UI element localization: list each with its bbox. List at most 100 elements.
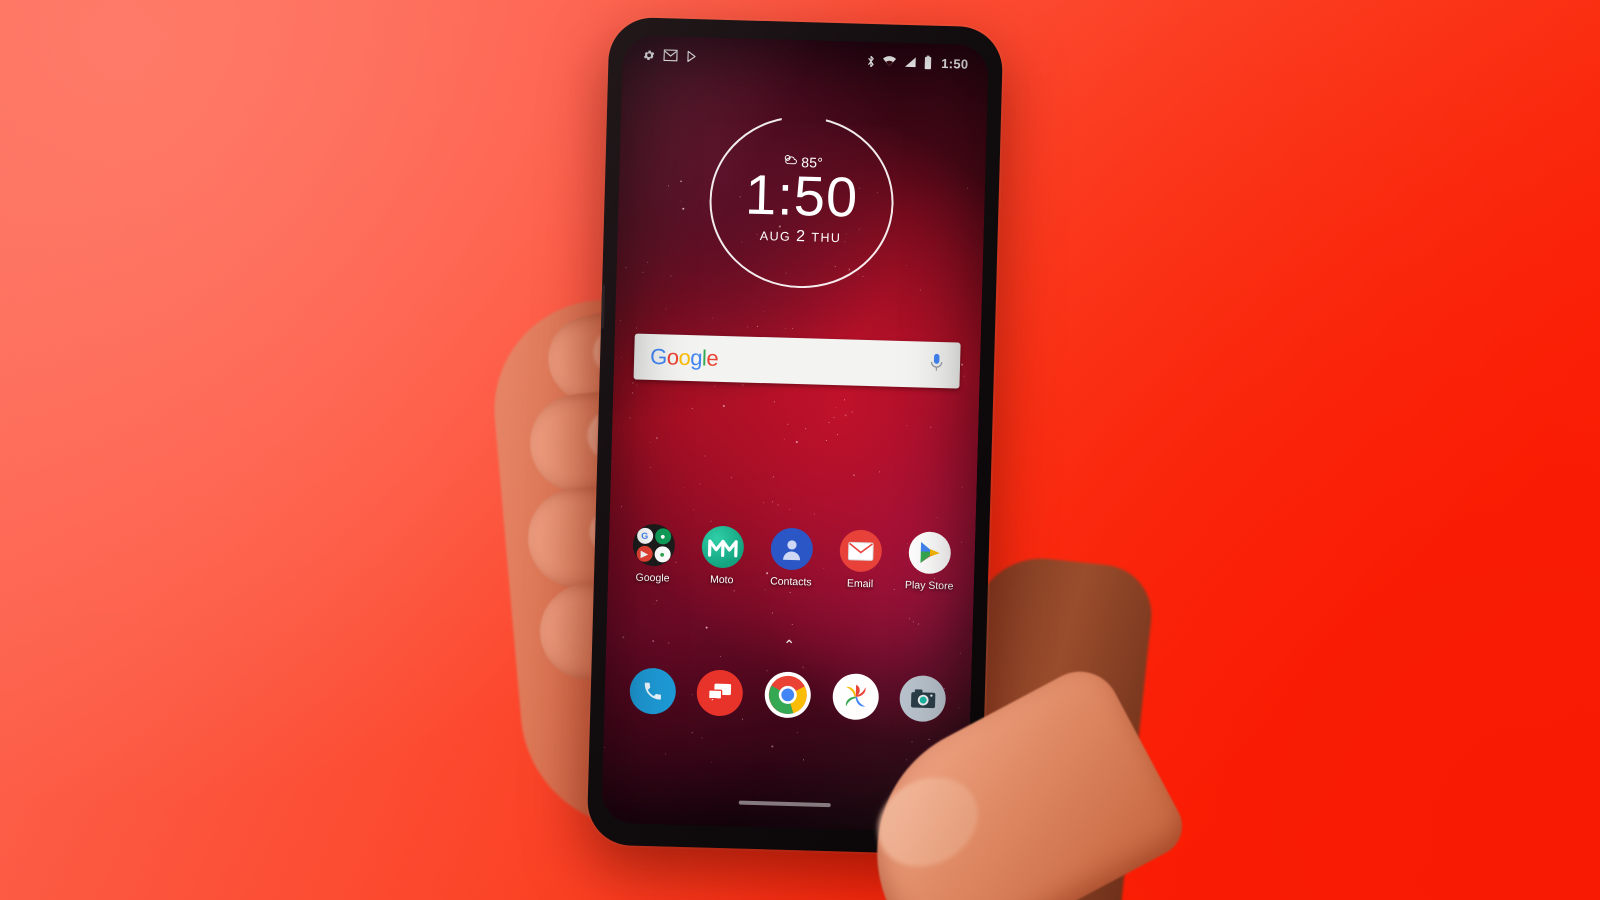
star (763, 311, 765, 313)
star (919, 289, 921, 291)
chrome-dock-icon[interactable] (764, 671, 812, 719)
star (668, 642, 670, 644)
star (773, 476, 775, 478)
home-app-row: G ● ▶ ● Google Moto Contacts Email Play … (618, 523, 966, 593)
star (757, 326, 759, 328)
contacts-app[interactable]: Contacts (758, 527, 826, 589)
bluetooth-icon (866, 54, 875, 67)
star (636, 384, 638, 386)
youtube-icon: ▶ (636, 545, 653, 563)
logo-letter: G (649, 343, 668, 370)
email-app[interactable]: Email (827, 529, 895, 591)
moto-app[interactable]: Moto (689, 525, 757, 587)
star (653, 602, 656, 605)
star (764, 589, 766, 591)
play-store-app[interactable]: Play Store (896, 531, 964, 593)
star (961, 363, 964, 366)
app-label: Email (846, 577, 874, 591)
star (963, 376, 965, 378)
star (843, 399, 845, 401)
star (783, 438, 785, 440)
google-folder[interactable]: G ● ▶ ● Google (619, 523, 687, 585)
star (929, 427, 931, 429)
star (851, 411, 853, 413)
star (961, 486, 963, 488)
messages-dock-icon[interactable] (696, 669, 744, 717)
google-duo-icon: ● (654, 528, 671, 545)
star (650, 467, 652, 469)
app-label: Google (635, 571, 670, 585)
star (710, 520, 712, 522)
google-logo: Google (650, 344, 719, 372)
star (791, 624, 793, 626)
app-drawer-handle[interactable]: ⌃ (783, 637, 795, 653)
star (785, 328, 787, 330)
star (777, 504, 779, 506)
status-bar-notifications[interactable] (642, 48, 697, 63)
star (771, 745, 773, 748)
star (795, 440, 798, 443)
star (667, 185, 669, 187)
clock-widget[interactable]: 85° 1:50 AUG 2 THU (707, 114, 896, 291)
star (656, 436, 658, 439)
star (611, 460, 613, 462)
star (656, 600, 658, 602)
star (772, 612, 774, 614)
microphone-icon[interactable] (929, 352, 945, 377)
star (632, 392, 634, 394)
logo-letter: e (706, 345, 719, 371)
star (691, 732, 693, 734)
star (742, 384, 744, 386)
google-search-icon: G (636, 527, 653, 545)
logo-letter: o (678, 344, 691, 371)
star (629, 417, 631, 419)
star (730, 477, 732, 479)
star (699, 483, 701, 485)
app-label: Contacts (770, 575, 812, 589)
google-search-bar[interactable]: Google (633, 333, 961, 389)
play-triangle-icon (685, 49, 697, 62)
status-bar-system-icons: 1:50 (866, 53, 969, 71)
star (789, 591, 791, 593)
star (837, 434, 839, 436)
camera-dock-icon[interactable] (899, 675, 947, 723)
logo-letter: g (689, 345, 703, 371)
star (828, 422, 830, 424)
star (691, 408, 693, 410)
gmail-icon (663, 49, 678, 62)
star (683, 486, 685, 488)
phone-dock-icon[interactable] (628, 667, 677, 715)
moto-app-icon (701, 525, 745, 569)
star (710, 761, 712, 763)
star (670, 275, 672, 277)
battery-icon (923, 55, 932, 70)
email-app-icon (839, 529, 883, 573)
star (711, 317, 713, 319)
star (805, 427, 807, 430)
star (796, 731, 799, 733)
settings-gear-icon (642, 48, 655, 61)
star (789, 508, 791, 510)
photos-dock-icon[interactable] (831, 673, 879, 721)
star (802, 759, 804, 761)
star (625, 267, 627, 269)
star (665, 308, 667, 310)
contacts-app-icon (770, 527, 814, 571)
star (813, 513, 815, 515)
wifi-icon (882, 55, 896, 67)
star (620, 505, 622, 507)
star (906, 425, 908, 427)
dock-bar (618, 667, 957, 723)
star (909, 618, 911, 620)
star (833, 417, 835, 419)
star (649, 442, 651, 444)
star (912, 620, 914, 622)
star (604, 747, 606, 749)
phone-screen[interactable]: 1:50 85° 1:50 AUG 2 THU Google G ● ▶ ● G… (601, 35, 989, 833)
star (704, 455, 706, 457)
app-label: Play Store (904, 579, 954, 593)
star (692, 508, 694, 510)
star (773, 401, 775, 403)
star (911, 741, 913, 743)
app-label: Moto (709, 573, 734, 587)
